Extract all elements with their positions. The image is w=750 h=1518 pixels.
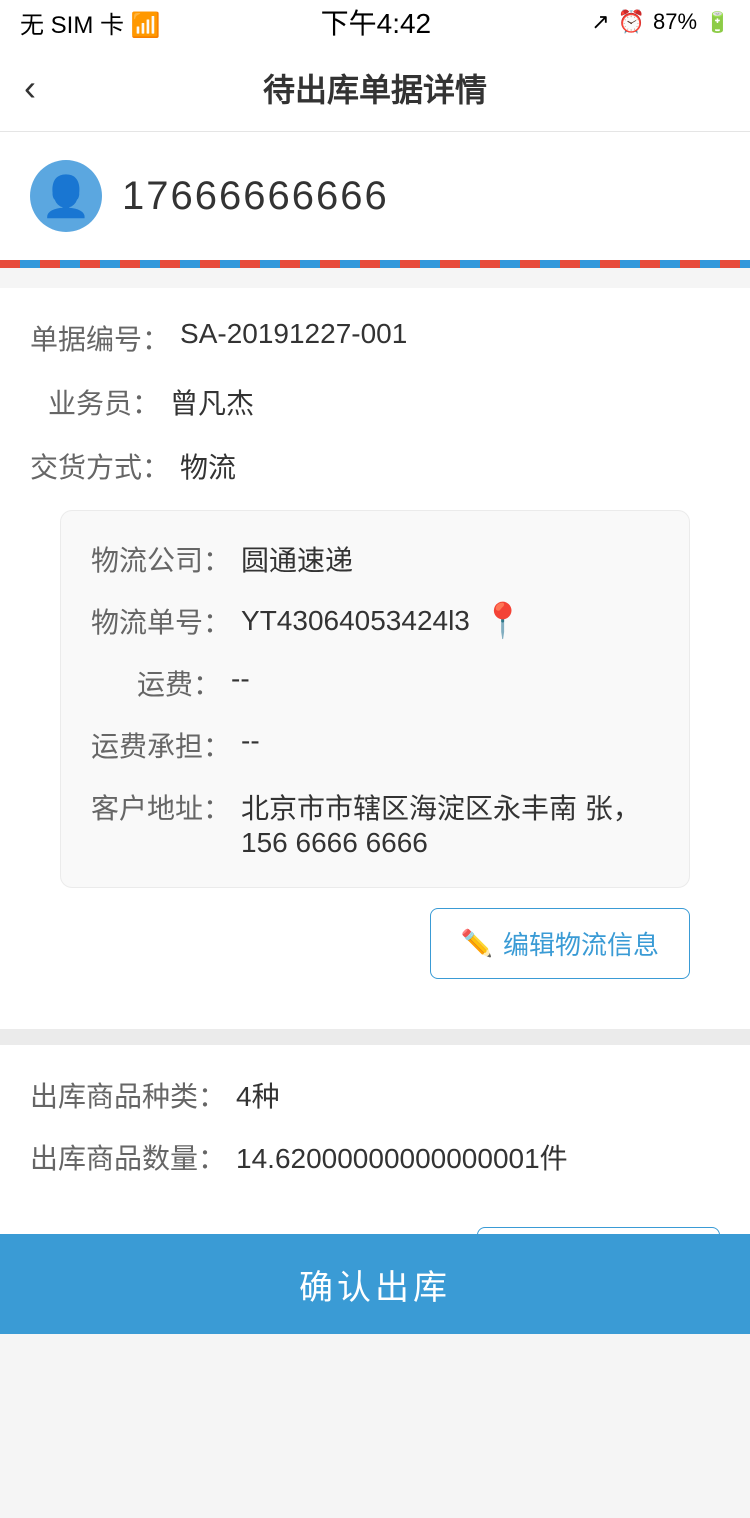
logistics-address-label: 客户地址：	[91, 787, 231, 827]
battery-icon: 🔋	[705, 10, 730, 35]
edit-icon: ✏️	[461, 928, 493, 959]
alarm-icon: ⏰	[618, 9, 645, 35]
logistics-tracking-value: YT43064053424l3 📍	[241, 601, 659, 641]
avatar: 👤	[30, 160, 102, 232]
location-icon: ↗	[591, 9, 609, 35]
user-phone: 17666666666	[122, 174, 389, 219]
avatar-icon: 👤	[41, 173, 91, 220]
status-bar-time: 下午4:42	[321, 2, 432, 42]
logistics-freight-bear-row: 运费承担： --	[91, 725, 659, 765]
dashed-divider	[0, 260, 750, 268]
battery-label: 87%	[653, 9, 697, 35]
logistics-address-row: 客户地址： 北京市市辖区海淀区永丰南 张，156 6666 6666	[91, 787, 659, 859]
logistics-tracking-row: 物流单号： YT43064053424l3 📍	[91, 601, 659, 641]
logistics-tracking-label: 物流单号：	[91, 601, 231, 641]
delivery-label: 交货方式：	[30, 446, 170, 486]
goods-types-row: 出库商品种类： 4种	[30, 1075, 720, 1115]
delivery-row: 交货方式： 物流	[30, 446, 720, 486]
confirm-outbound-button[interactable]: 确认出库	[0, 1234, 750, 1334]
back-button[interactable]: ‹	[24, 67, 36, 109]
bottom-spacer	[0, 1318, 750, 1518]
logistics-company-value: 圆通速递	[241, 539, 659, 579]
order-number-label: 单据编号：	[30, 318, 170, 358]
section-divider	[0, 1029, 750, 1045]
edit-logistics-label: 编辑物流信息	[503, 925, 659, 962]
goods-quantity-value: 14.62000000000000001件	[236, 1137, 568, 1177]
user-header: 👤 17666666666	[0, 132, 750, 260]
goods-types-value: 4种	[236, 1075, 280, 1115]
logistics-address-value: 北京市市辖区海淀区永丰南 张，156 6666 6666	[241, 787, 659, 859]
logistics-card: 物流公司： 圆通速递 物流单号： YT43064053424l3 📍 运费： -…	[60, 510, 690, 888]
salesman-row: 业务员： 曾凡杰	[30, 382, 720, 422]
order-info-section: 单据编号： SA-20191227-001 业务员： 曾凡杰 交货方式： 物流 …	[0, 288, 750, 1029]
order-number-row: 单据编号： SA-20191227-001	[30, 318, 720, 358]
goods-section: 出库商品种类： 4种 出库商品数量： 14.62000000000000001件	[0, 1045, 750, 1207]
goods-types-label: 出库商品种类：	[30, 1075, 226, 1115]
goods-quantity-row: 出库商品数量： 14.62000000000000001件	[30, 1137, 720, 1177]
nav-bar: ‹ 待出库单据详情	[0, 44, 750, 132]
salesman-label: 业务员：	[30, 382, 160, 422]
delivery-value: 物流	[180, 446, 720, 486]
salesman-value: 曾凡杰	[170, 382, 720, 422]
tracking-number: YT43064053424l3	[241, 605, 470, 637]
logistics-freight-label: 运费：	[91, 663, 221, 703]
logistics-company-row: 物流公司： 圆通速递	[91, 539, 659, 579]
edit-logistics-button[interactable]: ✏️ 编辑物流信息	[430, 908, 690, 979]
logistics-freight-row: 运费： --	[91, 663, 659, 703]
order-number-value: SA-20191227-001	[180, 318, 720, 350]
edit-logistics-container: ✏️ 编辑物流信息	[30, 888, 720, 999]
status-bar-right: ↗ ⏰ 87% 🔋	[591, 9, 730, 35]
logistics-freight-bear-label: 运费承担：	[91, 725, 231, 765]
goods-quantity-label: 出库商品数量：	[30, 1137, 226, 1177]
status-bar-left: 无 SIM 卡 📶	[20, 5, 161, 40]
location-icon[interactable]: 📍	[482, 601, 524, 641]
sim-indicator: 无 SIM 卡 📶	[20, 5, 161, 40]
page-title: 待出库单据详情	[263, 65, 487, 111]
logistics-freight-bear-value: --	[241, 725, 659, 757]
status-bar: 无 SIM 卡 📶 下午4:42 ↗ ⏰ 87% 🔋	[0, 0, 750, 44]
confirm-btn-container: 确认出库	[0, 1234, 750, 1334]
logistics-freight-value: --	[231, 663, 659, 695]
logistics-company-label: 物流公司：	[91, 539, 231, 579]
